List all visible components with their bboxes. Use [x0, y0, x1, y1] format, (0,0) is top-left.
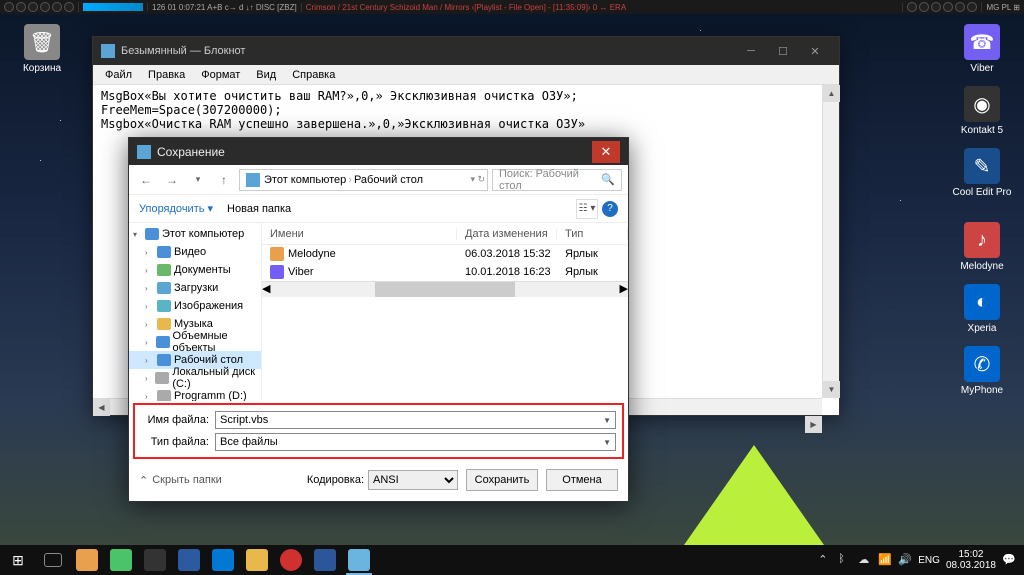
kontakt-icon[interactable]: ◉Kontakt 5 — [952, 86, 1012, 136]
menu-view[interactable]: Вид — [248, 67, 284, 83]
notepad-titlebar[interactable]: Безымянный — Блокнот ─ ☐ ✕ — [93, 37, 839, 65]
forward-button[interactable]: → — [161, 169, 183, 191]
clock[interactable]: 15:02 08.03.2018 — [946, 549, 996, 571]
menu-format[interactable]: Формат — [193, 67, 248, 83]
filename-label: Имя файла: — [141, 414, 209, 426]
col-name[interactable]: Имени — [262, 228, 457, 240]
chevron-down-icon[interactable]: ▼ — [603, 416, 611, 425]
chevron-down-icon: ⌃ — [139, 474, 148, 487]
save-dialog-titlebar[interactable]: Сохранение ✕ — [129, 138, 628, 165]
language-indicator[interactable]: ENG — [918, 555, 940, 566]
save-dialog: Сохранение ✕ ← → ▾ ↑ Этот компьютер › Ра… — [128, 137, 629, 502]
search-placeholder: Поиск: Рабочий стол — [499, 168, 601, 192]
file-icon — [270, 247, 284, 261]
view-button[interactable]: ☷ ▾ — [576, 199, 598, 219]
tree-downloads[interactable]: ›Загрузки — [129, 279, 261, 297]
xperia-icon[interactable]: ◐Xperia — [952, 284, 1012, 334]
tray-volume-icon[interactable]: 🔊 — [898, 553, 912, 567]
track-info: 126 01 0:07:21 A+B c→ d ↓↑ DISC [ZBZ] — [148, 3, 302, 12]
taskbar: ⊞ ⌃ ᛒ ☁ 📶 🔊 ENG 15:02 08.03.2018 💬 — [0, 545, 1024, 575]
melodyne-icon[interactable]: ♪Melodyne — [952, 222, 1012, 272]
cooledit-icon[interactable]: ✎Cool Edit Pro — [952, 148, 1012, 198]
taskbar-app[interactable] — [70, 545, 104, 575]
cancel-button[interactable]: Отмена — [546, 469, 618, 491]
folder-tree: ▾Этот компьютер ›Видео ›Документы ›Загру… — [129, 223, 262, 401]
taskbar-app[interactable] — [206, 545, 240, 575]
tree-pc[interactable]: ▾Этот компьютер — [129, 225, 261, 243]
breadcrumb-pc[interactable]: Этот компьютер — [264, 174, 346, 186]
chevron-down-icon[interactable]: ▼ — [603, 438, 611, 447]
taskbar-app[interactable] — [308, 545, 342, 575]
tree-documents[interactable]: ›Документы — [129, 261, 261, 279]
notepad-title-text: Безымянный — Блокнот — [121, 45, 245, 57]
minimize-button[interactable]: ─ — [735, 40, 767, 62]
save-icon — [137, 145, 151, 159]
recycle-label: Корзина — [23, 63, 61, 74]
viber-icon[interactable]: ☎Viber — [952, 24, 1012, 74]
organize-button[interactable]: Упорядочить ▾ — [139, 202, 213, 215]
taskbar-app[interactable] — [274, 545, 308, 575]
notifications-icon[interactable]: 💬 — [1002, 553, 1016, 567]
new-folder-button[interactable]: Новая папка — [227, 203, 291, 215]
dialog-toolbar: Упорядочить ▾ Новая папка ☷ ▾ ? — [129, 195, 628, 223]
filename-input[interactable]: Script.vbs▼ — [215, 411, 616, 429]
encoding-select[interactable]: ANSI — [368, 470, 458, 490]
notepad-icon — [101, 44, 115, 58]
notepad-textarea[interactable]: MsgBox«Вы хотите очистить ваш RAM?»,0,» … — [93, 85, 839, 135]
nav-toolbar: ← → ▾ ↑ Этот компьютер › Рабочий стол ▾ … — [129, 165, 628, 195]
start-button[interactable]: ⊞ — [0, 545, 36, 575]
save-button[interactable]: Сохранить — [466, 469, 538, 491]
col-type[interactable]: Тип — [557, 228, 628, 240]
recycle-bin-icon[interactable]: 🗑Корзина — [12, 24, 72, 74]
track-title: Crimson / 21st Century Schizoid Man / Mi… — [302, 3, 904, 12]
hide-folders-button[interactable]: ⌃Скрыть папки — [139, 474, 222, 487]
menu-help[interactable]: Справка — [284, 67, 343, 83]
notepad-menubar: Файл Правка Формат Вид Справка — [93, 65, 839, 85]
file-icon — [270, 265, 284, 279]
search-icon: 🔍 — [601, 173, 615, 186]
tree-programm[interactable]: ›Programm (D:) — [129, 387, 261, 401]
list-scrollbar[interactable]: ◀▶ — [262, 281, 628, 297]
taskbar-notepad[interactable] — [342, 545, 376, 575]
filetype-label: Тип файла: — [141, 436, 209, 448]
tree-3d[interactable]: ›Объемные объекты — [129, 333, 261, 351]
up-button[interactable]: ↑ — [213, 169, 235, 191]
menu-edit[interactable]: Правка — [140, 67, 193, 83]
taskbar-app[interactable] — [104, 545, 138, 575]
save-dialog-title: Сохранение — [157, 145, 225, 159]
tree-localdisk[interactable]: ›Локальный диск (C:) — [129, 369, 261, 387]
help-button[interactable]: ? — [602, 201, 618, 217]
menu-file[interactable]: Файл — [97, 67, 140, 83]
maximize-button[interactable]: ☐ — [767, 40, 799, 62]
taskbar-app[interactable] — [240, 545, 274, 575]
close-button[interactable]: ✕ — [592, 141, 620, 163]
file-list: Имени Дата изменения Тип Melodyne 06.03.… — [262, 223, 628, 401]
tray-network-icon[interactable]: 📶 — [878, 553, 892, 567]
taskbar-app[interactable] — [172, 545, 206, 575]
media-player-bar: 126 01 0:07:21 A+B c→ d ↓↑ DISC [ZBZ] Cr… — [0, 0, 1024, 14]
scrollbar-vertical[interactable]: ▲▼ — [822, 85, 839, 398]
myphone-icon[interactable]: ✆MyPhone — [952, 346, 1012, 396]
encoding-label: Кодировка: — [307, 474, 364, 486]
address-bar[interactable]: Этот компьютер › Рабочий стол ▾ ↻ — [239, 169, 488, 191]
breadcrumb-desktop[interactable]: Рабочий стол — [354, 174, 423, 186]
list-item[interactable]: Viber 10.01.2018 16:23 Ярлык — [262, 263, 628, 281]
recent-button[interactable]: ▾ — [187, 169, 209, 191]
highlighted-fields: Имя файла: Script.vbs▼ Тип файла: Все фа… — [133, 403, 624, 459]
tree-video[interactable]: ›Видео — [129, 243, 261, 261]
pc-icon — [246, 173, 260, 187]
tray-onedrive-icon[interactable]: ☁ — [858, 553, 872, 567]
tray-chevron-icon[interactable]: ⌃ — [818, 553, 832, 567]
col-date[interactable]: Дата изменения — [457, 228, 557, 240]
filetype-select[interactable]: Все файлы▼ — [215, 433, 616, 451]
close-button[interactable]: ✕ — [799, 40, 831, 62]
search-input[interactable]: Поиск: Рабочий стол 🔍 — [492, 169, 622, 191]
list-item[interactable]: Melodyne 06.03.2018 15:32 Ярлык — [262, 245, 628, 263]
taskview-button[interactable] — [36, 545, 70, 575]
tree-images[interactable]: ›Изображения — [129, 297, 261, 315]
tray-bluetooth-icon[interactable]: ᛒ — [838, 553, 852, 567]
back-button[interactable]: ← — [135, 169, 157, 191]
taskbar-app[interactable] — [138, 545, 172, 575]
